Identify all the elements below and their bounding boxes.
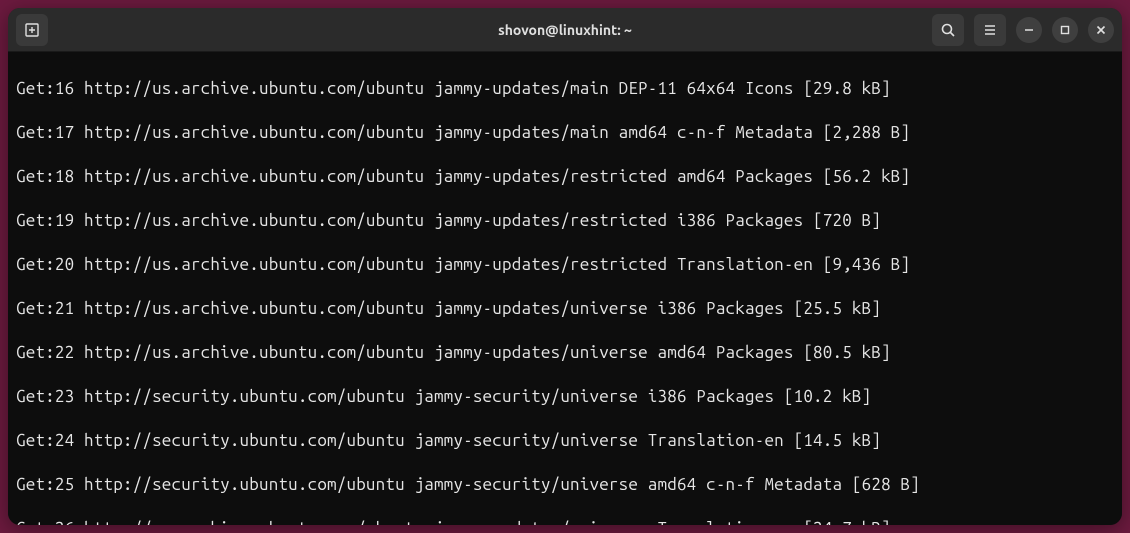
- maximize-icon: [1060, 25, 1070, 35]
- maximize-button[interactable]: [1052, 17, 1078, 43]
- output-line: Get:26 http://us.archive.ubuntu.com/ubun…: [16, 518, 1114, 525]
- terminal-output[interactable]: Get:16 http://us.archive.ubuntu.com/ubun…: [8, 52, 1122, 525]
- minimize-icon: [1024, 25, 1034, 35]
- output-line: Get:16 http://us.archive.ubuntu.com/ubun…: [16, 78, 1114, 100]
- search-icon: [940, 22, 956, 38]
- output-line: Get:21 http://us.archive.ubuntu.com/ubun…: [16, 298, 1114, 320]
- minimize-button[interactable]: [1016, 17, 1042, 43]
- output-line: Get:17 http://us.archive.ubuntu.com/ubun…: [16, 122, 1114, 144]
- output-line: Get:19 http://us.archive.ubuntu.com/ubun…: [16, 210, 1114, 232]
- titlebar: shovon@linuxhint: ~: [8, 8, 1122, 52]
- output-line: Get:24 http://security.ubuntu.com/ubuntu…: [16, 430, 1114, 452]
- output-line: Get:25 http://security.ubuntu.com/ubuntu…: [16, 474, 1114, 496]
- search-button[interactable]: [932, 14, 964, 46]
- terminal-window: shovon@linuxhint: ~: [8, 8, 1122, 525]
- output-line: Get:22 http://us.archive.ubuntu.com/ubun…: [16, 342, 1114, 364]
- new-tab-button[interactable]: [16, 14, 48, 46]
- hamburger-icon: [982, 22, 998, 38]
- output-line: Get:20 http://us.archive.ubuntu.com/ubun…: [16, 254, 1114, 276]
- close-icon: [1096, 25, 1106, 35]
- new-tab-icon: [24, 22, 40, 38]
- output-line: Get:18 http://us.archive.ubuntu.com/ubun…: [16, 166, 1114, 188]
- window-title: shovon@linuxhint: ~: [498, 22, 632, 38]
- close-button[interactable]: [1088, 17, 1114, 43]
- output-line: Get:23 http://security.ubuntu.com/ubuntu…: [16, 386, 1114, 408]
- menu-button[interactable]: [974, 14, 1006, 46]
